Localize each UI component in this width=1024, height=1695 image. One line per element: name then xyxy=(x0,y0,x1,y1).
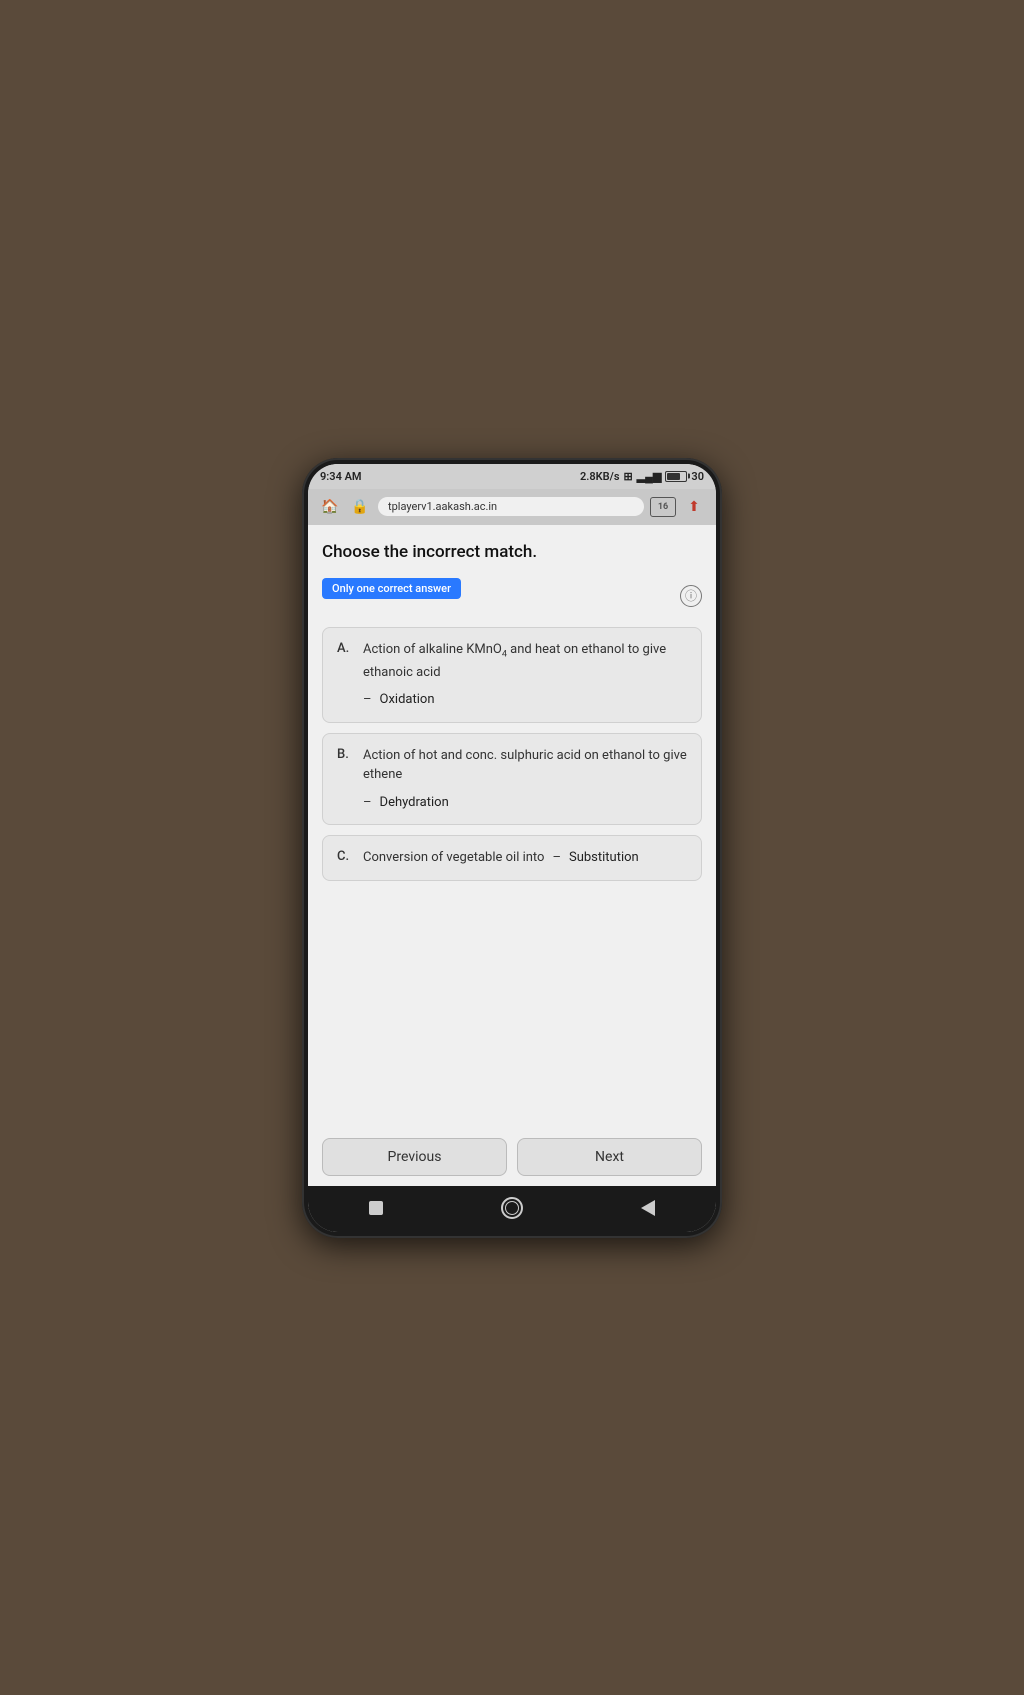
phone-screen: 9:34 AM 2.8KB/s ⊞ ▂▄▆ 30 🏠 🔒 tplayerv1.a… xyxy=(308,464,716,1232)
lock-nav-icon: 🔒 xyxy=(348,495,372,519)
home-circle-icon xyxy=(501,1197,523,1219)
browser-bar: 🏠 🔒 tplayerv1.aakash.ac.in 16 ⬆ xyxy=(308,489,716,525)
address-bar[interactable]: tplayerv1.aakash.ac.in xyxy=(378,497,644,516)
previous-button[interactable]: Previous xyxy=(322,1138,507,1176)
question-title: Choose the incorrect match. xyxy=(322,541,702,565)
battery-percent: 30 xyxy=(691,470,704,483)
option-a-letter: A. xyxy=(337,640,353,656)
option-a-dash: – xyxy=(363,692,372,707)
bottom-nav xyxy=(308,1186,716,1232)
options-container: A. Action of alkaline KMnO4 and heat on … xyxy=(322,627,702,880)
status-left: 9:34 AM xyxy=(320,470,362,483)
option-c[interactable]: C. Conversion of vegetable oil into – Su… xyxy=(322,835,702,881)
back-button[interactable]: 🏠 xyxy=(318,495,342,519)
option-c-letter: C. xyxy=(337,848,353,864)
back-nav-button[interactable] xyxy=(634,1194,662,1222)
option-a-content: Action of alkaline KMnO4 and heat on eth… xyxy=(363,640,687,709)
network-type: ⊞ xyxy=(623,470,632,483)
home-square-icon xyxy=(369,1201,383,1215)
option-b-dash: – xyxy=(363,795,372,810)
option-b-letter: B. xyxy=(337,746,353,762)
option-a-right: Oxidation xyxy=(380,690,435,710)
network-speed: 2.8KB/s xyxy=(580,470,620,483)
option-a-left: Action of alkaline KMnO4 and heat on eth… xyxy=(363,640,687,682)
nav-buttons: Previous Next xyxy=(308,1130,716,1186)
status-bar: 9:34 AM 2.8KB/s ⊞ ▂▄▆ 30 xyxy=(308,464,716,489)
option-b[interactable]: B. Action of hot and conc. sulphuric aci… xyxy=(322,733,702,826)
refresh-button[interactable]: ⬆ xyxy=(682,495,706,519)
recents-button[interactable] xyxy=(498,1194,526,1222)
option-c-right: Substitution xyxy=(569,848,639,868)
option-c-left: Conversion of vegetable oil into xyxy=(363,848,544,868)
info-icon[interactable]: ⓘ xyxy=(680,585,702,607)
back-triangle-icon xyxy=(641,1200,655,1216)
option-a[interactable]: A. Action of alkaline KMnO4 and heat on … xyxy=(322,627,702,722)
signal-bars: ▂▄▆ xyxy=(637,470,662,483)
tab-count[interactable]: 16 xyxy=(650,497,676,517)
option-b-left: Action of hot and conc. sulphuric acid o… xyxy=(363,746,687,785)
option-c-content: Conversion of vegetable oil into – Subst… xyxy=(363,848,687,868)
option-b-content: Action of hot and conc. sulphuric acid o… xyxy=(363,746,687,813)
time-display: 9:34 AM xyxy=(320,470,362,483)
battery-icon xyxy=(665,471,687,482)
option-b-right: Dehydration xyxy=(380,793,449,813)
home-button[interactable] xyxy=(362,1194,390,1222)
answer-type-badge: Only one correct answer xyxy=(322,578,461,599)
phone-shell: 9:34 AM 2.8KB/s ⊞ ▂▄▆ 30 🏠 🔒 tplayerv1.a… xyxy=(302,458,722,1238)
next-button[interactable]: Next xyxy=(517,1138,702,1176)
option-c-dash: – xyxy=(552,850,561,865)
url-text: tplayerv1.aakash.ac.in xyxy=(388,500,497,513)
content-area: Choose the incorrect match. Only one cor… xyxy=(308,525,716,1130)
status-right: 2.8KB/s ⊞ ▂▄▆ 30 xyxy=(580,470,704,483)
